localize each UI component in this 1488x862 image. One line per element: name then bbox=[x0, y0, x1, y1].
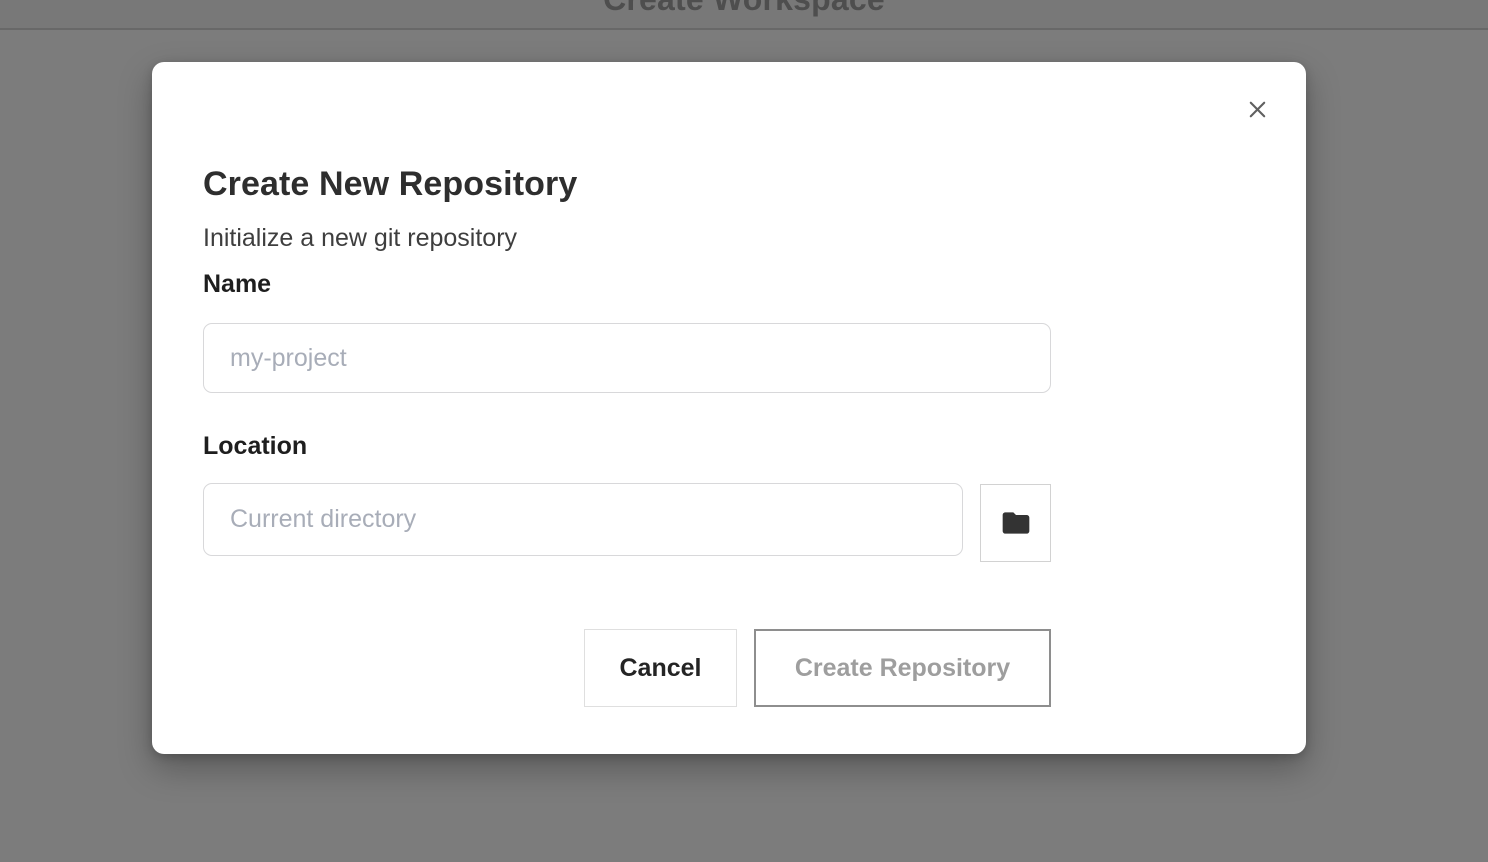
create-repository-dialog: Create New Repository Initialize a new g… bbox=[152, 62, 1306, 754]
create-repository-button[interactable]: Create Repository bbox=[754, 629, 1051, 707]
location-input[interactable] bbox=[203, 483, 963, 556]
background-header: Create Workspace bbox=[0, 0, 1488, 29]
close-icon bbox=[1246, 98, 1269, 121]
name-label: Name bbox=[203, 270, 271, 299]
folder-icon bbox=[997, 507, 1035, 539]
browse-folder-button[interactable] bbox=[980, 484, 1051, 562]
background-page-title: Create Workspace bbox=[0, 0, 1488, 18]
cancel-button[interactable]: Cancel bbox=[584, 629, 737, 707]
dialog-title: Create New Repository bbox=[203, 166, 577, 203]
dialog-subtitle: Initialize a new git repository bbox=[203, 223, 517, 253]
background-header-divider bbox=[0, 28, 1488, 30]
close-button[interactable] bbox=[1235, 87, 1279, 131]
location-label: Location bbox=[203, 432, 307, 461]
page-root: Create Workspace Create New Repository I… bbox=[0, 0, 1488, 862]
name-input[interactable] bbox=[203, 323, 1051, 393]
